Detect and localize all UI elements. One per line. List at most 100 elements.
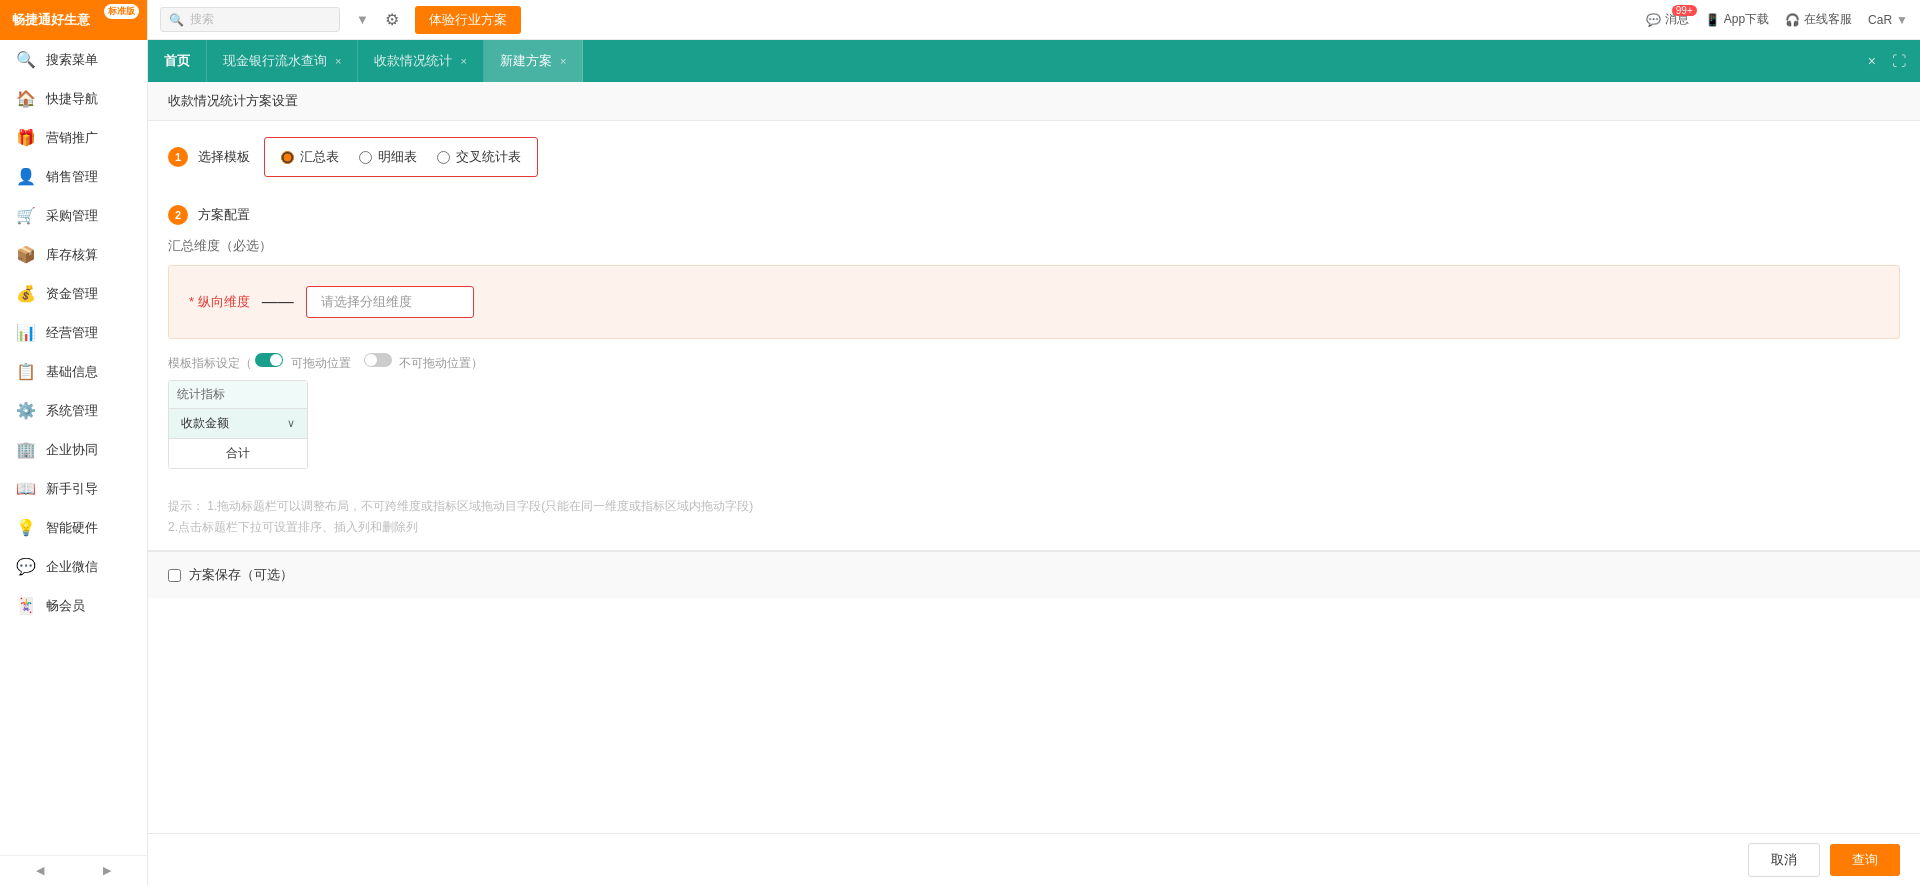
sidebar-item-label: 经营管理: [46, 324, 98, 342]
sidebar-item-wechat[interactable]: 💬 企业微信: [0, 547, 147, 586]
search-icon: 🔍: [169, 13, 184, 27]
industry-button[interactable]: 体验行业方案: [415, 6, 521, 34]
step2-num: 2: [168, 205, 188, 225]
sidebar-item-quick-nav[interactable]: 🏠 快捷导航: [0, 79, 147, 118]
card-icon: 🃏: [16, 596, 36, 615]
radio-cross-label: 交叉统计表: [456, 148, 521, 166]
user-button[interactable]: CaR ▼: [1868, 13, 1908, 27]
step1-section: 1 选择模板 汇总表 明细表 交叉统计表: [148, 121, 1920, 205]
gear-icon: ⚙️: [16, 401, 36, 420]
sidebar-item-hardware[interactable]: 💡 智能硬件: [0, 508, 147, 547]
unmovable-toggle[interactable]: [364, 353, 392, 367]
sidebar-item-label: 快捷导航: [46, 90, 98, 108]
sidebar-item-search[interactable]: 🔍 搜索菜单: [0, 40, 147, 79]
sidebar-item-label: 资金管理: [46, 285, 98, 303]
close-collect-stat-icon[interactable]: ×: [460, 55, 466, 67]
sidebar-logo: 畅捷通好生意 标准版: [0, 0, 147, 40]
col-label: 收款金额: [181, 415, 229, 432]
radio-summary-input[interactable]: [281, 151, 294, 164]
home-icon: 🏠: [16, 89, 36, 108]
page-title: 收款情况统计方案设置: [148, 82, 1920, 121]
download-icon: 📱: [1705, 13, 1720, 27]
movable-toggle[interactable]: [255, 353, 283, 367]
dimension-dropdown[interactable]: 请选择分组维度: [306, 286, 474, 318]
sidebar-bottom-left[interactable]: ◀: [8, 864, 72, 877]
radio-summary[interactable]: 汇总表: [281, 148, 339, 166]
sidebar-item-marketing[interactable]: 🎁 营销推广: [0, 118, 147, 157]
service-label: 在线客服: [1804, 11, 1852, 28]
tab-home-label: 首页: [164, 52, 190, 70]
download-button[interactable]: 📱 App下载: [1705, 11, 1769, 28]
window-close-button[interactable]: ×: [1864, 51, 1880, 71]
tab-home[interactable]: 首页: [148, 40, 207, 82]
sidebar-item-label: 畅会员: [46, 597, 85, 615]
tip-line-2: 2.点击标题栏下拉可设置排序、插入列和删除列: [168, 519, 1900, 536]
stat-table: 统计指标 收款金额 ∨ 合计: [168, 380, 308, 469]
topbar-actions: 💬 消息 99+ 📱 App下载 🎧 在线客服 CaR ▼: [1646, 11, 1908, 28]
radio-detail[interactable]: 明细表: [359, 148, 417, 166]
main-area: 🔍 搜索 ▼ ⚙ 体验行业方案 💬 消息 99+ 📱 App下载 🎧 在线客服 …: [148, 0, 1920, 885]
dimension-row: 纵向维度 —— 请选择分组维度: [189, 286, 1879, 318]
footer-bar: 取消 查询: [148, 833, 1920, 885]
message-icon: 💬: [1646, 13, 1661, 27]
sidebar-item-label: 智能硬件: [46, 519, 98, 537]
sidebar-bottom: ◀ ▶: [0, 855, 147, 885]
stat-col-header[interactable]: 收款金额 ∨: [169, 409, 307, 439]
sidebar-item-finance[interactable]: 💰 资金管理: [0, 274, 147, 313]
step2-header: 2 方案配置: [168, 205, 1900, 225]
bulb-icon: 💡: [16, 518, 36, 537]
sidebar-item-label: 销售管理: [46, 168, 98, 186]
sidebar-bottom-right[interactable]: ▶: [76, 864, 140, 877]
tab-bank-query-label: 现金银行流水查询: [223, 52, 327, 70]
save-label: 方案保存（可选）: [189, 566, 293, 584]
sidebar-item-member[interactable]: 🃏 畅会员: [0, 586, 147, 625]
topbar-dropdown-arrow[interactable]: ▼: [356, 12, 369, 27]
dimension-dropdown-text: 请选择分组维度: [321, 294, 412, 309]
stat-header-label: 统计指标: [177, 387, 225, 401]
close-new-plan-icon[interactable]: ×: [560, 55, 566, 67]
radio-detail-input[interactable]: [359, 151, 372, 164]
gift-icon: 🎁: [16, 128, 36, 147]
search-box[interactable]: 🔍 搜索: [160, 7, 340, 32]
service-button[interactable]: 🎧 在线客服: [1785, 11, 1852, 28]
sidebar-item-system[interactable]: ⚙️ 系统管理: [0, 391, 147, 430]
vertical-dim-label: 纵向维度: [189, 293, 250, 311]
sidebar-item-inventory[interactable]: 📦 库存核算: [0, 235, 147, 274]
radio-summary-label: 汇总表: [300, 148, 339, 166]
settings-icon[interactable]: ⚙: [385, 10, 399, 29]
tab-new-plan[interactable]: 新建方案 ×: [484, 40, 583, 82]
message-button[interactable]: 💬 消息 99+: [1646, 11, 1689, 28]
box-icon: 📦: [16, 245, 36, 264]
query-button[interactable]: 查询: [1830, 844, 1900, 876]
content-area: 收款情况统计方案设置 1 选择模板 汇总表 明细表: [148, 82, 1920, 833]
sidebar-item-purchase[interactable]: 🛒 采购管理: [0, 196, 147, 235]
tip-line-1: 提示： 1.拖动标题栏可以调整布局，不可跨维度或指标区域拖动目字段(只能在同一维…: [168, 498, 1900, 515]
sidebar-item-sales[interactable]: 👤 销售管理: [0, 157, 147, 196]
cancel-button[interactable]: 取消: [1748, 843, 1820, 877]
search-icon: 🔍: [16, 50, 36, 69]
indicator-settings-label: 模板指标设定（ 可拖动位置 不可拖动位置）: [168, 353, 483, 372]
tab-collect-stat[interactable]: 收款情况统计 ×: [358, 40, 483, 82]
sidebar-item-guide[interactable]: 📖 新手引导: [0, 469, 147, 508]
sidebar-item-label: 搜索菜单: [46, 51, 98, 69]
template-select-box: 汇总表 明细表 交叉统计表: [264, 137, 538, 177]
service-icon: 🎧: [1785, 13, 1800, 27]
sidebar-item-enterprise[interactable]: 🏢 企业协同: [0, 430, 147, 469]
window-fullscreen-button[interactable]: ⛶: [1888, 51, 1910, 71]
radio-cross[interactable]: 交叉统计表: [437, 148, 521, 166]
tab-bank-query[interactable]: 现金银行流水查询 ×: [207, 40, 358, 82]
message-badge: 99+: [1672, 5, 1697, 16]
save-checkbox[interactable]: [168, 569, 181, 582]
sidebar: 畅捷通好生意 标准版 🔍 搜索菜单 🏠 快捷导航 🎁 营销推广 👤 销售管理 🛒…: [0, 0, 148, 885]
sidebar-item-operation[interactable]: 📊 经营管理: [0, 313, 147, 352]
list-icon: 📋: [16, 362, 36, 381]
username-label: CaR: [1868, 13, 1892, 27]
row-label: 合计: [226, 446, 250, 460]
page-container: 收款情况统计方案设置 1 选择模板 汇总表 明细表: [148, 82, 1920, 833]
sidebar-item-label: 基础信息: [46, 363, 98, 381]
sidebar-item-basic[interactable]: 📋 基础信息: [0, 352, 147, 391]
step1-num: 1: [168, 147, 188, 167]
dimension-title-text: 汇总维度（必选）: [168, 238, 272, 253]
close-bank-query-icon[interactable]: ×: [335, 55, 341, 67]
radio-cross-input[interactable]: [437, 151, 450, 164]
